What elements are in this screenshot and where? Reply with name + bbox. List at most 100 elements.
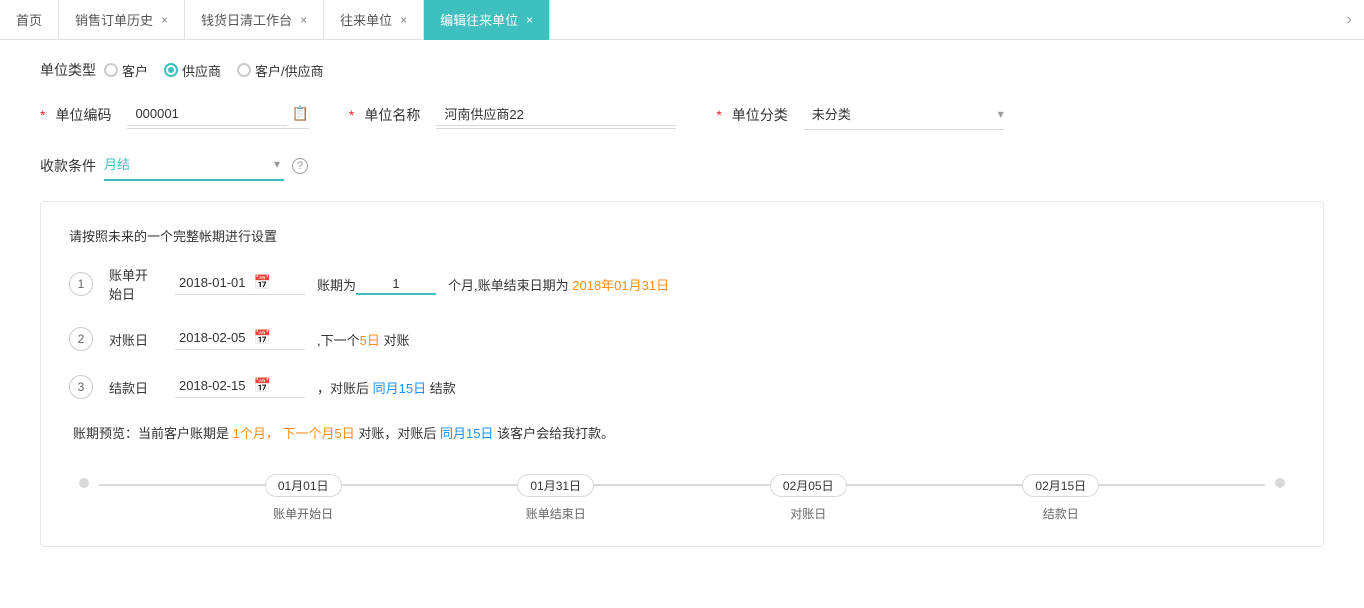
unit-code-field: * 单位编码 📋 — [40, 102, 309, 129]
unit-category-label: 单位分类 — [732, 105, 788, 125]
unit-name-label: 单位名称 — [364, 105, 420, 125]
period-number-1: 1 — [69, 272, 93, 296]
unit-code-label: 单位编码 — [55, 105, 111, 125]
period-number-3: 3 — [69, 375, 93, 399]
tab-arrow[interactable]: › — [1335, 11, 1364, 29]
tab-bar: 首页 销售订单历史 × 钱货日清工作台 × 往来单位 × 编辑往来单位 × › — [0, 0, 1364, 40]
unit-type-row: 单位类型 客户 供应商 客户/供应商 — [40, 60, 1324, 80]
timeline-node-1-label: 账单开始日 — [273, 505, 333, 522]
timeline-node-1: 01月01日 账单开始日 — [265, 474, 342, 522]
payment-date-field: 2018-02-15 📅 — [175, 376, 305, 398]
tab-partner-unit-close[interactable]: × — [400, 13, 407, 27]
tab-partner-unit-label: 往来单位 — [340, 10, 392, 29]
months-input[interactable] — [356, 274, 436, 295]
tab-sales-history-label: 销售订单历史 — [75, 10, 153, 29]
timeline-node-4: 02月15日 结款日 — [1022, 474, 1099, 522]
preview-mid: 对账，对账后 — [358, 426, 440, 441]
radio-supplier-label: 供应商 — [182, 61, 221, 80]
unit-name-input[interactable] — [436, 102, 676, 126]
timeline-node-2-box: 01月31日 — [517, 474, 594, 497]
payment-arrow[interactable]: ▾ — [274, 157, 280, 171]
reconcile-highlight: 5日 — [360, 333, 380, 348]
preview-reconcile-date: 下一个月5日 — [282, 426, 354, 441]
timeline-node-2-label: 账单结束日 — [526, 505, 586, 522]
radio-customer-label: 客户 — [122, 61, 148, 80]
start-date-value: 2018-01-01 — [175, 273, 250, 292]
tab-home[interactable]: 首页 — [0, 0, 59, 40]
right-dot — [1275, 478, 1285, 488]
unit-name-wrapper — [436, 102, 676, 129]
unit-category-arrow[interactable]: ▾ — [998, 107, 1004, 121]
preview-months: 1个月， — [233, 426, 279, 441]
tab-cash-work-label: 钱货日清工作台 — [201, 10, 292, 29]
timeline-node-1-box: 01月01日 — [265, 474, 342, 497]
payment-highlight: 同月15日 — [373, 381, 426, 396]
radio-customer[interactable]: 客户 — [104, 61, 148, 80]
radio-both[interactable]: 客户/供应商 — [237, 61, 324, 80]
timeline-left-dot — [79, 478, 89, 488]
payment-condition-label: 收款条件 — [40, 156, 96, 176]
payment-condition-dropdown[interactable]: 月结 ▾ — [104, 150, 284, 181]
payment-date-cal-icon[interactable]: 📅 — [254, 377, 271, 394]
period-label-3: 结款日 — [109, 378, 159, 397]
timeline-right-dot — [1275, 478, 1285, 488]
payment-help-icon[interactable]: ? — [292, 158, 308, 174]
radio-supplier[interactable]: 供应商 — [164, 61, 221, 80]
timeline-nodes: 01月01日 账单开始日 01月31日 账单结束日 02月05日 对账日 02月… — [79, 474, 1285, 522]
timeline-node-2: 01月31日 账单结束日 — [517, 474, 594, 522]
tab-edit-partner-label: 编辑往来单位 — [440, 10, 518, 29]
timeline: 01月01日 账单开始日 01月31日 账单结束日 02月05日 对账日 02月… — [69, 474, 1295, 522]
period-suffix-after: 个月,账单结束日期为 2018年01月31日 — [448, 275, 669, 294]
unit-name-required: * — [349, 107, 354, 123]
period-panel: 请按照未来的一个完整帐期进行设置 1 账单开始日 2018-01-01 📅 账期… — [40, 201, 1324, 547]
tab-cash-work-close[interactable]: × — [300, 13, 307, 27]
tab-sales-history-close[interactable]: × — [161, 13, 168, 27]
unit-code-required: * — [40, 107, 45, 123]
timeline-node-3-label: 对账日 — [790, 505, 826, 522]
tab-home-label: 首页 — [16, 10, 42, 29]
payment-condition-row: 收款条件 月结 ▾ ? — [40, 150, 1324, 181]
content-area: 单位类型 客户 供应商 客户/供应商 * 单位编码 📋 — [0, 40, 1364, 608]
radio-supplier-circle — [164, 63, 178, 77]
unit-name-field: * 单位名称 — [349, 102, 676, 129]
preview-suffix: 该客户会给我打款。 — [497, 426, 614, 441]
panel-title: 请按照未来的一个完整帐期进行设置 — [69, 226, 1295, 245]
copy-icon[interactable]: 📋 — [291, 105, 308, 122]
timeline-node-4-label: 结款日 — [1043, 505, 1079, 522]
preview-prefix: 账期预览：当前客户账期是 — [73, 426, 233, 441]
unit-fields-row: * 单位编码 📋 * 单位名称 * 单位分类 未分类 ▾ — [40, 100, 1324, 130]
radio-both-label: 客户/供应商 — [255, 61, 324, 80]
unit-code-wrapper: 📋 — [127, 102, 308, 129]
period-row-1: 1 账单开始日 2018-01-01 📅 账期为 个月,账单结束日期为 2018… — [69, 265, 1295, 303]
period-row-3: 3 结款日 2018-02-15 📅 ，对账后 同月15日 结款 — [69, 375, 1295, 399]
radio-both-circle — [237, 63, 251, 77]
tab-edit-partner[interactable]: 编辑往来单位 × — [424, 0, 550, 40]
unit-code-input[interactable] — [127, 102, 287, 126]
tab-edit-partner-close[interactable]: × — [526, 13, 533, 27]
timeline-node-3-box: 02月05日 — [770, 474, 847, 497]
unit-category-value: 未分类 — [804, 100, 998, 127]
tab-sales-history[interactable]: 销售订单历史 × — [59, 0, 185, 40]
unit-category-required: * — [716, 107, 721, 123]
period-number-2: 2 — [69, 327, 93, 351]
tab-partner-unit[interactable]: 往来单位 × — [324, 0, 424, 40]
period-label-2: 对账日 — [109, 330, 159, 349]
unit-type-radio-group: 客户 供应商 客户/供应商 — [104, 61, 324, 80]
preview-text: 账期预览：当前客户账期是 1个月， 下一个月5日 对账，对账后 同月15日 该客… — [69, 423, 1295, 442]
unit-type-label: 单位类型 — [40, 60, 96, 80]
left-dot — [79, 478, 89, 488]
reconcile-date-cal-icon[interactable]: 📅 — [254, 329, 271, 346]
unit-category-dropdown[interactable]: 未分类 ▾ — [804, 100, 1004, 130]
preview-payment-date: 同月15日 — [440, 426, 493, 441]
payment-condition-value: 月结 — [104, 150, 274, 177]
radio-customer-circle — [104, 63, 118, 77]
unit-category-field: * 单位分类 未分类 ▾ — [716, 100, 1003, 130]
timeline-node-3: 02月05日 对账日 — [770, 474, 847, 522]
start-date-cal-icon[interactable]: 📅 — [254, 274, 271, 291]
period-suffix-3: ，对账后 同月15日 结款 — [317, 378, 456, 397]
tab-cash-work[interactable]: 钱货日清工作台 × — [185, 0, 324, 40]
timeline-node-4-box: 02月15日 — [1022, 474, 1099, 497]
end-date-highlight: 2018年01月31日 — [572, 278, 669, 293]
start-date-field: 2018-01-01 📅 — [175, 273, 305, 295]
period-suffix-before: 账期为 — [317, 275, 356, 294]
